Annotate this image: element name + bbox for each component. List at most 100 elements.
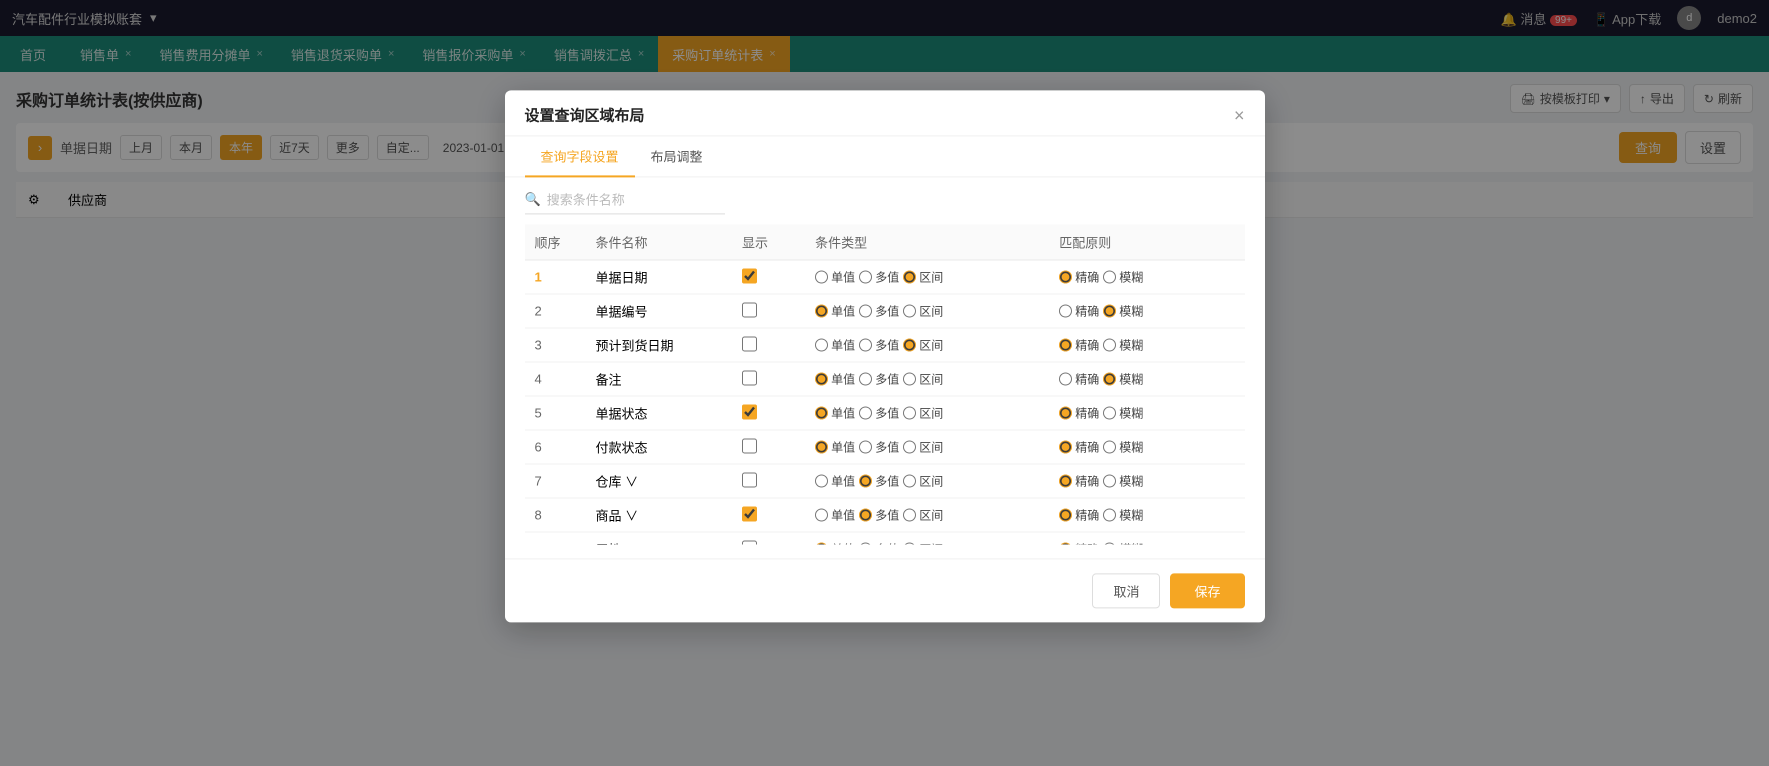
row-display-cell — [732, 362, 805, 396]
display-checkbox[interactable] — [742, 370, 757, 385]
match-exact-radio[interactable] — [1059, 508, 1072, 521]
display-checkbox[interactable] — [742, 472, 757, 487]
row-condition-name: 付款状态 — [586, 430, 732, 464]
match-exact-radio[interactable] — [1059, 304, 1072, 317]
row-display-cell — [732, 260, 805, 294]
type-single-radio[interactable] — [815, 474, 828, 487]
type-single-radio[interactable] — [815, 406, 828, 419]
match-exact-radio[interactable] — [1059, 338, 1072, 351]
type-range-radio[interactable] — [903, 406, 916, 419]
row-display-cell — [732, 464, 805, 498]
row-order: 5 — [525, 396, 586, 430]
row-display-cell — [732, 396, 805, 430]
row-match-cell: 精确模糊 — [1049, 430, 1244, 464]
tab-query-fields[interactable]: 查询字段设置 — [525, 136, 635, 177]
row-type-cell: 单值多值区间 — [805, 294, 1049, 328]
row-display-cell — [732, 328, 805, 362]
dialog-close-button[interactable]: × — [1234, 106, 1245, 124]
type-multi-radio[interactable] — [859, 440, 872, 453]
match-fuzzy-radio[interactable] — [1103, 406, 1116, 419]
type-multi-radio[interactable] — [859, 406, 872, 419]
save-button[interactable]: 保存 — [1170, 573, 1244, 608]
row-match-cell: 精确模糊 — [1049, 396, 1244, 430]
table-row: 2单据编号单值多值区间精确模糊 — [525, 294, 1245, 328]
table-row: 4备注单值多值区间精确模糊 — [525, 362, 1245, 396]
type-single-radio[interactable] — [815, 372, 828, 385]
match-exact-radio[interactable] — [1059, 542, 1072, 544]
type-multi-radio[interactable] — [859, 304, 872, 317]
table-row: 9属性 ∨单值多值区间精确模糊 — [525, 532, 1245, 545]
match-fuzzy-radio[interactable] — [1103, 508, 1116, 521]
row-match-cell: 精确模糊 — [1049, 464, 1244, 498]
th-order: 顺序 — [525, 224, 586, 260]
type-range-radio[interactable] — [903, 372, 916, 385]
row-order: 6 — [525, 430, 586, 464]
condition-search-box: 🔍 — [525, 191, 725, 214]
row-type-cell: 单值多值区间 — [805, 260, 1049, 294]
display-checkbox[interactable] — [742, 506, 757, 521]
cancel-button[interactable]: 取消 — [1092, 573, 1160, 608]
type-multi-radio[interactable] — [859, 508, 872, 521]
display-checkbox[interactable] — [742, 438, 757, 453]
row-type-cell: 单值多值区间 — [805, 396, 1049, 430]
type-range-radio[interactable] — [903, 440, 916, 453]
match-exact-radio[interactable] — [1059, 440, 1072, 453]
display-checkbox[interactable] — [742, 268, 757, 283]
row-match-cell: 精确模糊 — [1049, 294, 1244, 328]
type-range-radio[interactable] — [903, 508, 916, 521]
match-fuzzy-radio[interactable] — [1103, 474, 1116, 487]
match-exact-radio[interactable] — [1059, 270, 1072, 283]
type-single-radio[interactable] — [815, 440, 828, 453]
dialog-body: 🔍 顺序 条件名称 显示 条件类型 匹配原则 1单据日期单值多值区间精确模糊2单… — [505, 177, 1265, 558]
type-range-radio[interactable] — [903, 270, 916, 283]
tab-layout-adjust[interactable]: 布局调整 — [635, 136, 719, 177]
row-match-cell: 精确模糊 — [1049, 498, 1244, 532]
display-checkbox[interactable] — [742, 302, 757, 317]
type-range-radio[interactable] — [903, 474, 916, 487]
match-fuzzy-radio[interactable] — [1103, 440, 1116, 453]
row-order: 1 — [525, 260, 586, 294]
type-single-radio[interactable] — [815, 270, 828, 283]
row-type-cell: 单值多值区间 — [805, 498, 1049, 532]
match-fuzzy-radio[interactable] — [1103, 270, 1116, 283]
type-single-radio[interactable] — [815, 508, 828, 521]
type-range-radio[interactable] — [903, 338, 916, 351]
type-range-radio[interactable] — [903, 542, 916, 544]
config-table: 顺序 条件名称 显示 条件类型 匹配原则 1单据日期单值多值区间精确模糊2单据编… — [525, 224, 1245, 544]
display-checkbox[interactable] — [742, 540, 757, 545]
row-order: 4 — [525, 362, 586, 396]
row-type-cell: 单值多值区间 — [805, 464, 1049, 498]
type-range-radio[interactable] — [903, 304, 916, 317]
table-row: 1单据日期单值多值区间精确模糊 — [525, 260, 1245, 294]
row-condition-name: 仓库 ∨ — [586, 464, 732, 498]
row-display-cell — [732, 294, 805, 328]
table-row: 8商品 ∨单值多值区间精确模糊 — [525, 498, 1245, 532]
match-exact-radio[interactable] — [1059, 372, 1072, 385]
condition-search-input[interactable] — [547, 192, 707, 207]
type-multi-radio[interactable] — [859, 474, 872, 487]
config-table-body: 1单据日期单值多值区间精确模糊2单据编号单值多值区间精确模糊3预计到货日期单值多… — [525, 260, 1245, 545]
type-single-radio[interactable] — [815, 542, 828, 544]
match-exact-radio[interactable] — [1059, 406, 1072, 419]
row-display-cell — [732, 532, 805, 545]
type-single-radio[interactable] — [815, 304, 828, 317]
display-checkbox[interactable] — [742, 404, 757, 419]
match-fuzzy-radio[interactable] — [1103, 372, 1116, 385]
row-match-cell: 精确模糊 — [1049, 362, 1244, 396]
match-exact-radio[interactable] — [1059, 474, 1072, 487]
row-type-cell: 单值多值区间 — [805, 532, 1049, 545]
match-fuzzy-radio[interactable] — [1103, 542, 1116, 544]
match-fuzzy-radio[interactable] — [1103, 338, 1116, 351]
type-single-radio[interactable] — [815, 338, 828, 351]
type-multi-radio[interactable] — [859, 372, 872, 385]
row-type-cell: 单值多值区间 — [805, 430, 1049, 464]
table-row: 5单据状态单值多值区间精确模糊 — [525, 396, 1245, 430]
dialog-title: 设置查询区域布局 — [525, 104, 645, 125]
type-multi-radio[interactable] — [859, 542, 872, 544]
match-fuzzy-radio[interactable] — [1103, 304, 1116, 317]
row-condition-name: 预计到货日期 — [586, 328, 732, 362]
row-match-cell: 精确模糊 — [1049, 260, 1244, 294]
type-multi-radio[interactable] — [859, 338, 872, 351]
display-checkbox[interactable] — [742, 336, 757, 351]
type-multi-radio[interactable] — [859, 270, 872, 283]
